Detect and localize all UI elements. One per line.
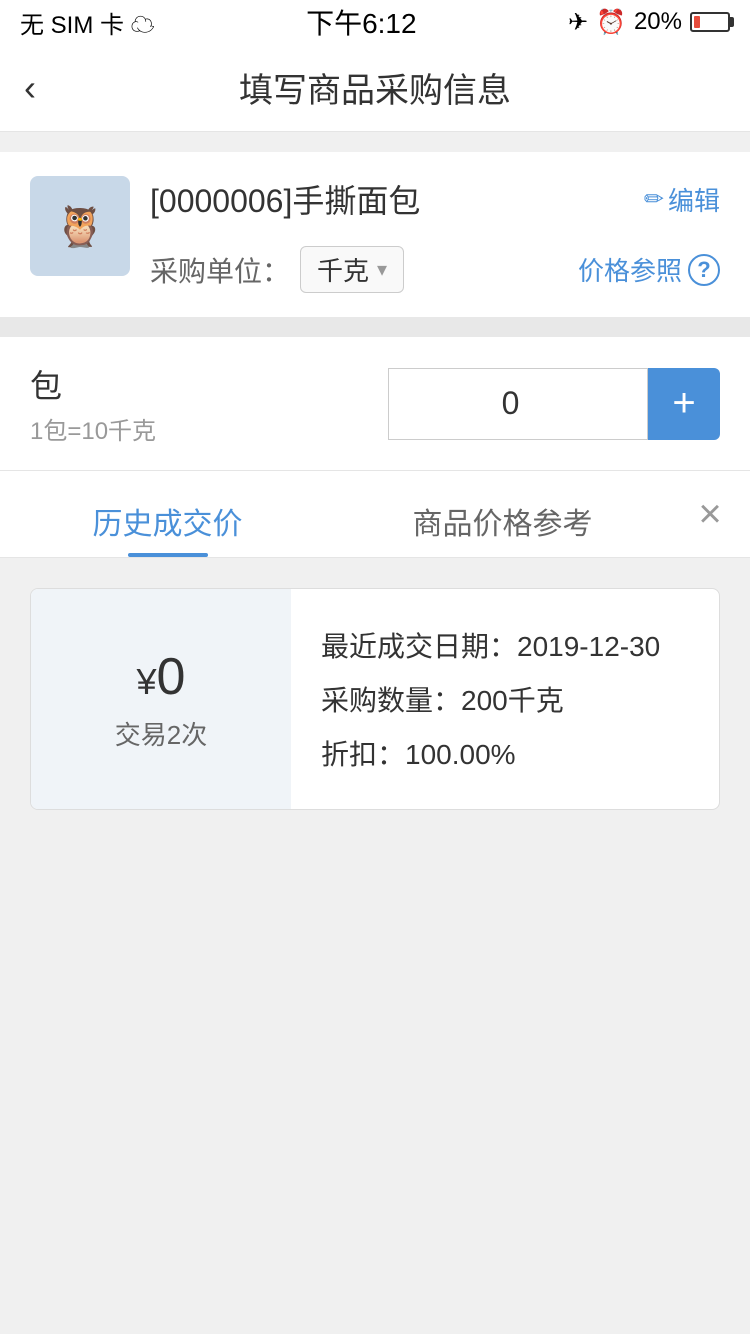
history-price-block: ¥0 交易2次 — [31, 589, 291, 809]
status-right: ✈ ⏰ 20% — [568, 8, 730, 37]
product-name: [0000006]手撕面包 — [150, 176, 420, 222]
tab-history-price[interactable]: 历史成交价 — [0, 479, 335, 557]
history-price: ¥0 — [137, 647, 186, 707]
quantity-row: 包 1包=10千克 + — [0, 337, 750, 471]
edit-button[interactable]: ✏ 编辑 — [644, 181, 720, 218]
edit-label: 编辑 — [668, 181, 720, 218]
nav-bar: ‹ 填写商品采购信息 — [0, 44, 750, 132]
discount-value: 100.00% — [405, 739, 516, 770]
product-card: 🦉 [0000006]手撕面包 ✏ 编辑 采购单位： 千克 ▾ 价格参照 ? — [0, 152, 750, 317]
quantity-value: 200千克 — [461, 685, 564, 716]
price-ref-label: 价格参照 — [578, 251, 682, 288]
history-list: ¥0 交易2次 最近成交日期：2019-12-30 采购数量：200千克 折扣：… — [0, 558, 750, 1158]
owl-logo-icon: 🦉 — [55, 203, 105, 250]
battery-percent: 20% — [634, 8, 682, 36]
page-title: 填写商品采购信息 — [239, 63, 511, 112]
quantity-label: 采购数量： — [321, 685, 461, 716]
unit-arrow-icon: ▾ — [377, 257, 387, 282]
price-ref-button[interactable]: 价格参照 ? — [578, 251, 720, 288]
location-icon: ✈ — [568, 8, 588, 37]
unit-selector[interactable]: 千克 ▾ — [300, 246, 404, 293]
recent-date-value: 2019-12-30 — [517, 631, 660, 662]
price-value: 0 — [157, 648, 186, 706]
edit-icon: ✏ — [644, 185, 664, 214]
price-ref-help-icon: ? — [688, 254, 720, 286]
unit-label: 采购单位： — [150, 250, 290, 290]
qty-input-area: + — [388, 368, 720, 440]
qty-unit-label: 包 — [30, 361, 156, 407]
qty-label-area: 包 1包=10千克 — [30, 361, 156, 446]
status-left: 无 SIM 卡 ☁ — [20, 5, 155, 40]
quantity-input[interactable] — [388, 368, 648, 440]
product-thumbnail: 🦉 — [30, 176, 130, 276]
product-unit-row: 采购单位： 千克 ▾ 价格参照 ? — [150, 246, 720, 293]
product-header: [0000006]手撕面包 ✏ 编辑 — [150, 176, 720, 222]
back-button[interactable]: ‹ — [24, 67, 36, 109]
battery-icon — [690, 12, 730, 32]
qty-conversion-label: 1包=10千克 — [30, 411, 156, 446]
unit-value: 千克 — [317, 251, 369, 288]
status-time: 下午6:12 — [306, 2, 417, 42]
history-trades: 交易2次 — [115, 715, 207, 752]
qty-plus-button[interactable]: + — [648, 368, 720, 440]
tab-bar: 历史成交价 商品价格参考 × — [0, 471, 750, 558]
tab-close-button[interactable]: × — [670, 492, 750, 545]
product-name-text: 手撕面包 — [292, 183, 420, 219]
discount-label: 折扣： — [321, 739, 405, 770]
history-card: ¥0 交易2次 最近成交日期：2019-12-30 采购数量：200千克 折扣：… — [30, 588, 720, 810]
price-symbol: ¥ — [137, 661, 157, 702]
recent-date-label: 最近成交日期： — [321, 631, 517, 662]
alarm-icon: ⏰ — [596, 8, 626, 37]
separator — [0, 317, 750, 337]
tab-product-price-ref[interactable]: 商品价格参考 — [335, 479, 670, 557]
quantity-line: 采购数量：200千克 — [321, 679, 689, 719]
status-bar: 无 SIM 卡 ☁ 下午6:12 ✈ ⏰ 20% — [0, 0, 750, 44]
product-info: [0000006]手撕面包 ✏ 编辑 采购单位： 千克 ▾ 价格参照 ? — [150, 176, 720, 293]
discount-line: 折扣：100.00% — [321, 733, 689, 773]
sim-label: 无 SIM 卡 ☁ — [20, 5, 155, 40]
recent-date-line: 最近成交日期：2019-12-30 — [321, 625, 689, 665]
history-detail-block: 最近成交日期：2019-12-30 采购数量：200千克 折扣：100.00% — [291, 589, 719, 809]
product-id: [0000006] — [150, 183, 292, 219]
